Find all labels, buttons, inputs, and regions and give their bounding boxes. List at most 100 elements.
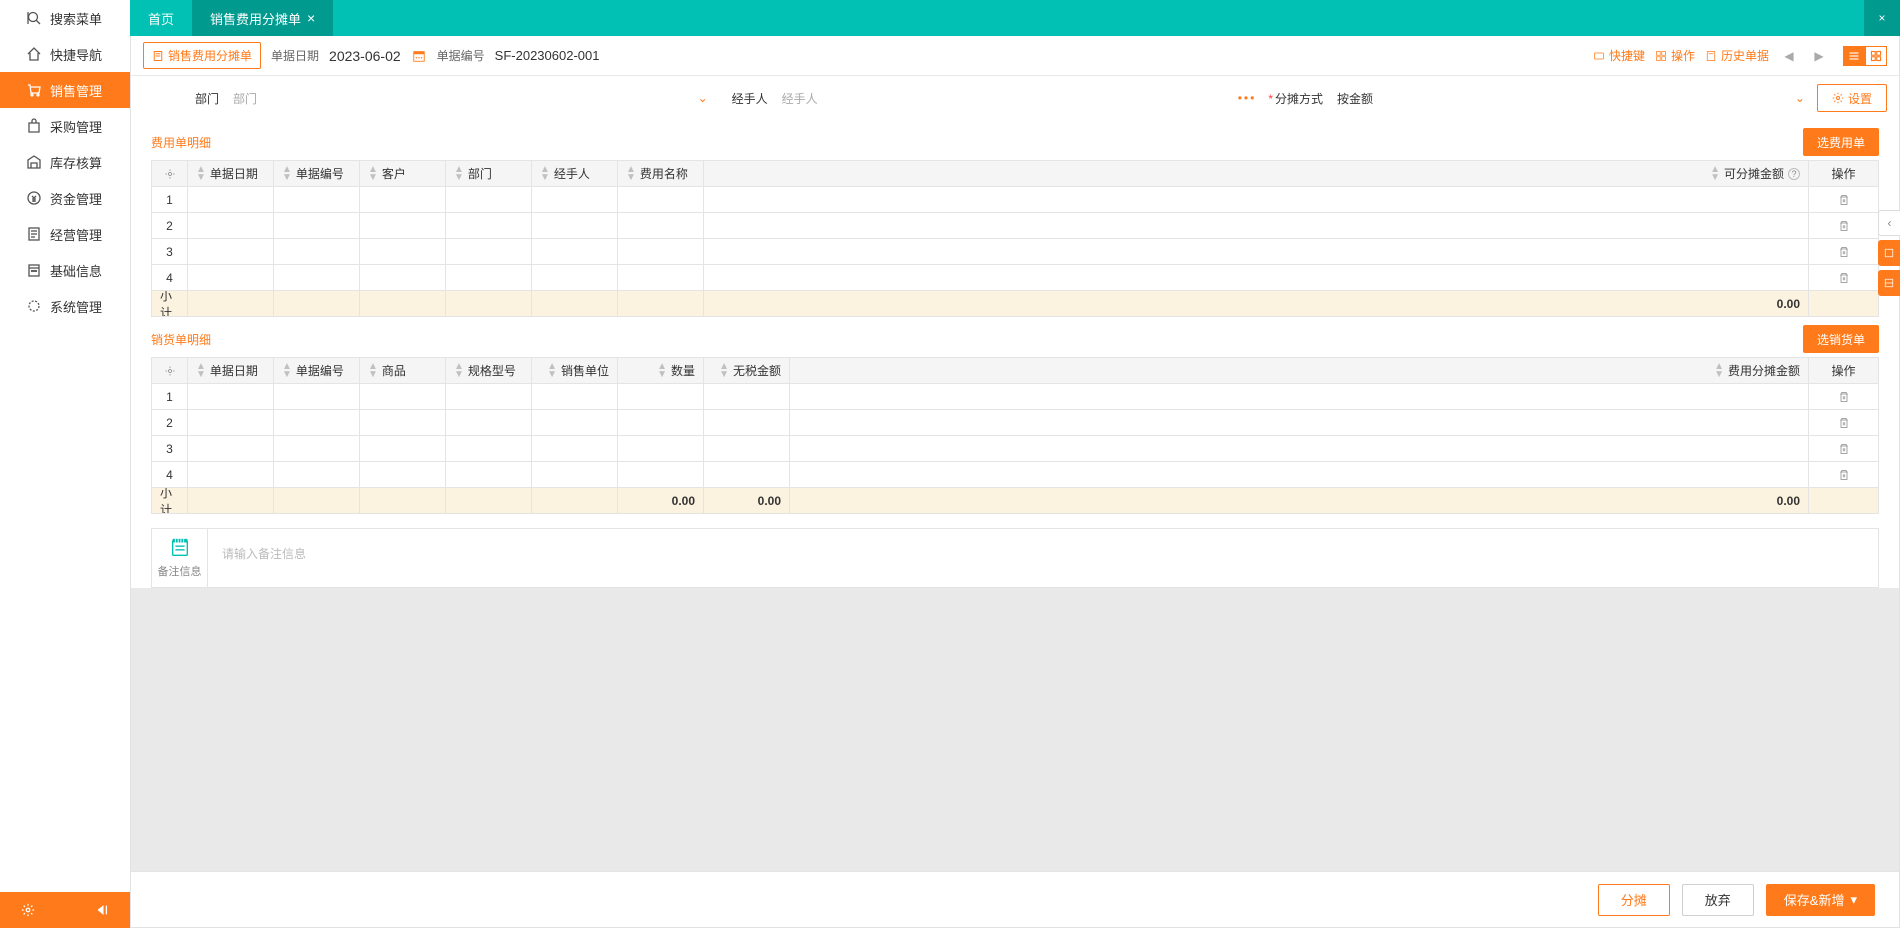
table-row[interactable]: 4 <box>152 265 1879 291</box>
more-icon: ••• <box>1238 91 1257 105</box>
collapse-icon[interactable] <box>94 902 110 918</box>
tabbar-close-all[interactable]: × <box>1864 0 1900 36</box>
shortcut-link[interactable]: 快捷键 <box>1593 47 1645 64</box>
sidebar-item-label: 销售管理 <box>50 81 102 100</box>
history-link[interactable]: 历史单据 <box>1705 47 1769 64</box>
col-fee[interactable]: ▲▼费用名称 <box>618 161 704 187</box>
tab-home[interactable]: 首页 <box>130 0 192 36</box>
cart-icon <box>26 82 42 98</box>
col-cust[interactable]: ▲▼客户 <box>360 161 446 187</box>
chevron-down-icon: ⌄ <box>698 91 708 105</box>
col-dept[interactable]: ▲▼部门 <box>446 161 532 187</box>
settings-button[interactable]: 设置 <box>1817 84 1887 112</box>
col-notax[interactable]: ▲▼无税金额 <box>704 358 790 384</box>
trash-icon[interactable] <box>1838 469 1850 481</box>
help-icon[interactable]: ? <box>1788 168 1800 180</box>
save-add-button[interactable]: 保存&新增▾ <box>1766 884 1875 916</box>
date-value[interactable]: 2023-06-02 <box>329 48 401 64</box>
tab-current[interactable]: 销售费用分摊单 × <box>192 0 333 36</box>
close-icon[interactable]: × <box>307 11 315 25</box>
prev-doc-icon[interactable]: ◀ <box>1779 46 1799 66</box>
gear-col-icon[interactable] <box>152 161 188 187</box>
fee-table: ▲▼单据日期 ▲▼单据编号 ▲▼客户 ▲▼部门 ▲▼经手人 ▲▼费用名称 ▲▼可… <box>151 160 1879 317</box>
sidebar-biz[interactable]: 经营管理 <box>0 216 130 252</box>
caret-down-icon: ▾ <box>1850 892 1857 908</box>
sidebar-inventory[interactable]: 库存核算 <box>0 144 130 180</box>
tab-label: 首页 <box>148 9 174 28</box>
table-row[interactable]: 2 <box>152 410 1879 436</box>
trash-icon[interactable] <box>1838 246 1850 258</box>
gear-col-icon[interactable] <box>152 358 188 384</box>
col-date[interactable]: ▲▼单据日期 <box>188 358 274 384</box>
sidebar-baseinfo[interactable]: 基础信息 <box>0 252 130 288</box>
rail-btn-2[interactable] <box>1878 270 1900 296</box>
sidebar-item-label: 快捷导航 <box>50 45 102 64</box>
table-row[interactable]: 3 <box>152 436 1879 462</box>
table-row[interactable]: 4 <box>152 462 1879 488</box>
home-icon <box>26 46 42 62</box>
table-row[interactable]: 2 <box>152 213 1879 239</box>
search-icon <box>26 10 42 26</box>
col-alloc[interactable]: ▲▼费用分摊金额 <box>790 358 1809 384</box>
col-spec[interactable]: ▲▼规格型号 <box>446 358 532 384</box>
col-prod[interactable]: ▲▼商品 <box>360 358 446 384</box>
col-date[interactable]: ▲▼单据日期 <box>188 161 274 187</box>
col-qty[interactable]: ▲▼数量 <box>618 358 704 384</box>
handler-label: 经手人 <box>720 90 768 107</box>
dept-label: 部门 <box>171 90 219 107</box>
viewmode-grid-icon[interactable] <box>1865 46 1887 66</box>
trash-icon[interactable] <box>1838 272 1850 284</box>
money-icon <box>26 190 42 206</box>
sidebar-system[interactable]: 系统管理 <box>0 288 130 324</box>
sidebar-item-label: 基础信息 <box>50 261 102 280</box>
sidebar-item-label: 采购管理 <box>50 117 102 136</box>
rail-btn-1[interactable] <box>1878 240 1900 266</box>
handler-select[interactable]: 经手人 ••• <box>782 84 1261 112</box>
subtotal-row: 小计 0.00 0.00 0.00 <box>152 488 1879 514</box>
next-doc-icon[interactable]: ▶ <box>1809 46 1829 66</box>
operate-link[interactable]: 操作 <box>1655 47 1695 64</box>
sidebar-search-menu[interactable]: 搜索菜单 <box>0 0 130 36</box>
trash-icon[interactable] <box>1838 443 1850 455</box>
table-row[interactable]: 1 <box>152 384 1879 410</box>
calendar-picker-icon[interactable] <box>411 48 427 64</box>
table-row[interactable]: 1 <box>152 187 1879 213</box>
col-ops: 操作 <box>1809 161 1879 187</box>
trash-icon[interactable] <box>1838 391 1850 403</box>
col-code[interactable]: ▲▼单据编号 <box>274 161 360 187</box>
doc-icon <box>152 50 164 62</box>
sidebar-purchase[interactable]: 采购管理 <box>0 108 130 144</box>
trash-icon[interactable] <box>1838 194 1850 206</box>
col-amt[interactable]: ▲▼可分摊金额? <box>704 161 1809 187</box>
viewmode-list-icon[interactable] <box>1843 46 1865 66</box>
discard-button[interactable]: 放弃 <box>1682 884 1754 916</box>
remark-input[interactable]: 请输入备注信息 <box>208 529 1878 587</box>
trash-icon[interactable] <box>1838 220 1850 232</box>
gear-icon <box>26 298 42 314</box>
table-row[interactable]: 3 <box>152 239 1879 265</box>
col-unit[interactable]: ▲▼销售单位 <box>532 358 618 384</box>
col-handler[interactable]: ▲▼经手人 <box>532 161 618 187</box>
method-label: 分摊方式 <box>1275 92 1323 106</box>
pick-fee-button[interactable]: 选费用单 <box>1803 128 1879 156</box>
sidebar-quicknav[interactable]: 快捷导航 <box>0 36 130 72</box>
sidebar-funds[interactable]: 资金管理 <box>0 180 130 216</box>
dept-select[interactable]: 部门 ⌄ <box>233 84 712 112</box>
rail-expand-icon[interactable]: ‹ <box>1878 210 1900 236</box>
col-code[interactable]: ▲▼单据编号 <box>274 358 360 384</box>
remark-sidebar: 备注信息 <box>152 529 208 587</box>
method-select[interactable]: 按金额 ⌄ <box>1337 84 1809 112</box>
trash-icon[interactable] <box>1838 417 1850 429</box>
report-icon <box>26 226 42 242</box>
settings-icon[interactable] <box>20 902 36 918</box>
sidebar-sales[interactable]: 销售管理 <box>0 72 130 108</box>
sidebar-item-label: 搜索菜单 <box>50 9 102 28</box>
tab-label: 销售费用分摊单 <box>210 9 301 28</box>
code-value: SF-20230602-001 <box>495 48 600 63</box>
warehouse-icon <box>26 154 42 170</box>
doc-title-chip: 销售费用分摊单 <box>143 42 261 69</box>
allocate-button[interactable]: 分摊 <box>1598 884 1670 916</box>
pick-sale-button[interactable]: 选销货单 <box>1803 325 1879 353</box>
date-label: 单据日期 <box>271 47 319 64</box>
calendar-icon <box>26 262 42 278</box>
